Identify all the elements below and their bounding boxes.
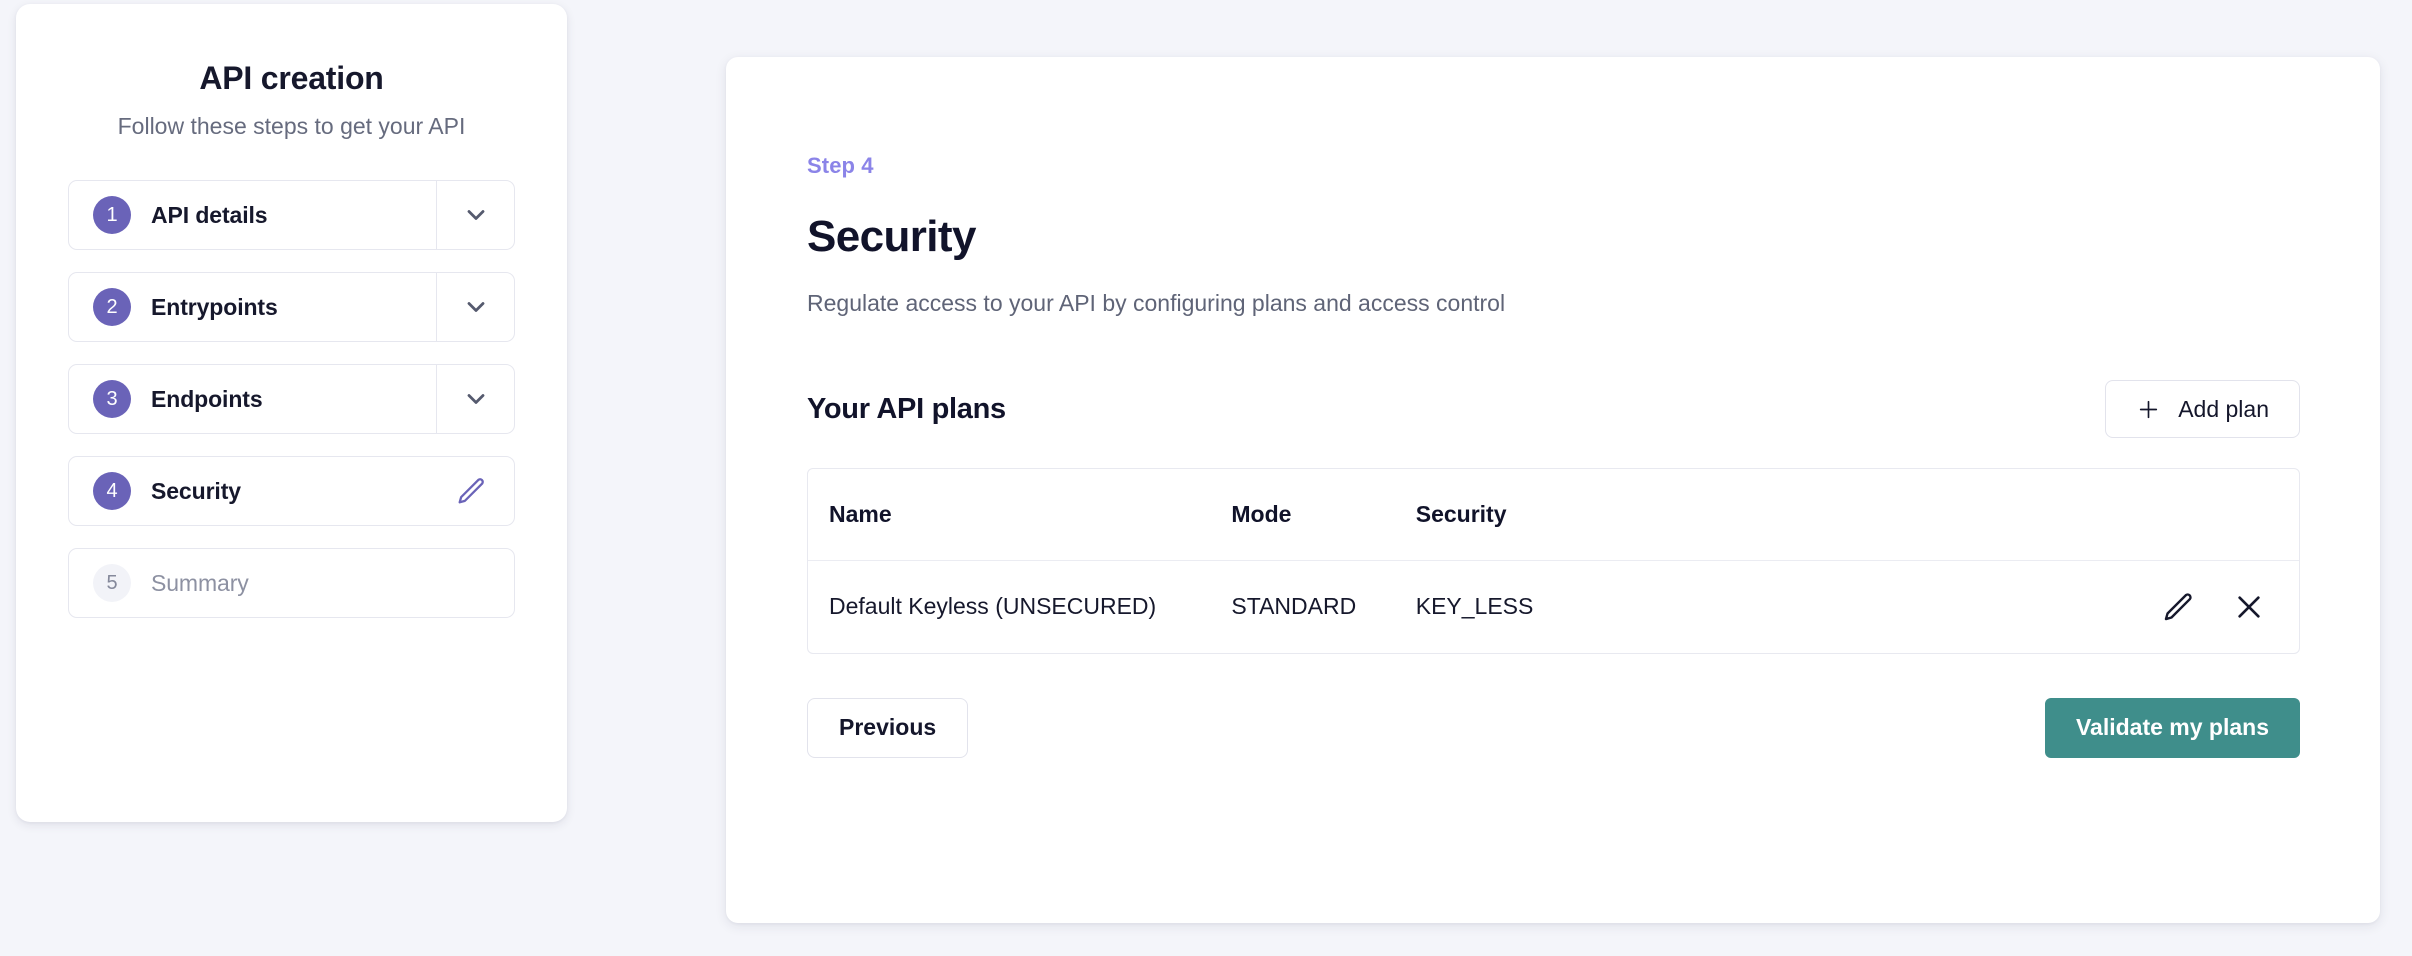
sidebar-step-entrypoints[interactable]: 2 Entrypoints	[68, 272, 515, 342]
cell-plan-name: Default Keyless (UNSECURED)	[829, 593, 1157, 620]
close-icon	[2238, 596, 2260, 618]
step-label: API details	[151, 201, 268, 228]
add-plan-button[interactable]: Add plan	[2105, 380, 2300, 438]
table-row: Default Keyless (UNSECURED) STANDARD KEY…	[808, 561, 2299, 653]
app-root: API creation Follow these steps to get y…	[0, 0, 2412, 956]
sidebar-subtitle: Follow these steps to get your API	[117, 113, 466, 139]
step-list: 1 API details 2 Entrypoints 3 Endpoints …	[68, 180, 515, 618]
pencil-icon	[458, 478, 484, 504]
plans-header: Your API plans Add plan	[807, 380, 2300, 438]
step-main[interactable]: 1 API details	[69, 181, 436, 249]
delete-plan-button[interactable]	[2233, 591, 2265, 623]
step-label: Endpoints	[151, 385, 263, 412]
cell-plan-mode: STANDARD	[1231, 593, 1357, 620]
page-title: Security	[807, 212, 976, 261]
step-edit-button[interactable]	[428, 457, 514, 525]
step-badge: 4	[93, 472, 131, 510]
cell-plan-security: KEY_LESS	[1415, 593, 1534, 620]
chevron-down-icon	[467, 394, 484, 404]
security-step-panel: Step 4 Security Regulate access to your …	[726, 57, 2380, 923]
sidebar-step-api-details[interactable]: 1 API details	[68, 180, 515, 250]
row-action-group	[1679, 590, 2299, 624]
step-badge: 3	[93, 380, 131, 418]
column-header-security: Security	[1415, 469, 1680, 561]
plans-table: Name Mode Security Default Keyless (UNSE…	[807, 468, 2300, 654]
step-label: Summary	[151, 569, 249, 596]
sidebar-step-summary: 5 Summary	[68, 548, 515, 618]
wizard-footer: Previous Validate my plans	[807, 697, 2300, 758]
step-badge: 2	[93, 288, 131, 326]
pencil-icon	[2164, 593, 2192, 620]
step-main[interactable]: 2 Entrypoints	[69, 273, 436, 341]
step-badge: 5	[93, 564, 131, 602]
plus-icon	[2140, 400, 2158, 418]
step-badge: 1	[93, 196, 131, 234]
column-header-mode: Mode	[1231, 469, 1416, 561]
step-label: Security	[151, 477, 241, 504]
step-main: 5 Summary	[69, 549, 514, 617]
column-header-name: Name	[808, 469, 1232, 561]
add-plan-label: Add plan	[2178, 395, 2269, 422]
sidebar-title: API creation	[199, 60, 384, 96]
step-expand-button[interactable]	[436, 365, 514, 433]
step-main[interactable]: 3 Endpoints	[69, 365, 436, 433]
chevron-down-icon	[467, 302, 484, 312]
validate-plans-button[interactable]: Validate my plans	[2044, 697, 2300, 758]
page-subtitle: Regulate access to your API by configuri…	[807, 290, 1506, 316]
table-header-row: Name Mode Security	[808, 469, 2299, 561]
cell-row-actions	[1679, 561, 2299, 653]
sidebar-step-security[interactable]: 4 Security	[68, 456, 515, 526]
chevron-down-icon	[467, 210, 484, 220]
api-creation-sidebar: API creation Follow these steps to get y…	[16, 4, 567, 822]
step-expand-button[interactable]	[436, 273, 514, 341]
plans-section-title: Your API plans	[807, 392, 1006, 425]
step-expand-button[interactable]	[436, 181, 514, 249]
step-label: Entrypoints	[151, 293, 278, 320]
edit-plan-button[interactable]	[2161, 590, 2195, 624]
step-main[interactable]: 4 Security	[69, 457, 428, 525]
column-header-actions	[1679, 469, 2299, 561]
sidebar-step-endpoints[interactable]: 3 Endpoints	[68, 364, 515, 434]
step-indicator: Step 4	[807, 153, 874, 178]
previous-button[interactable]: Previous	[807, 697, 969, 758]
